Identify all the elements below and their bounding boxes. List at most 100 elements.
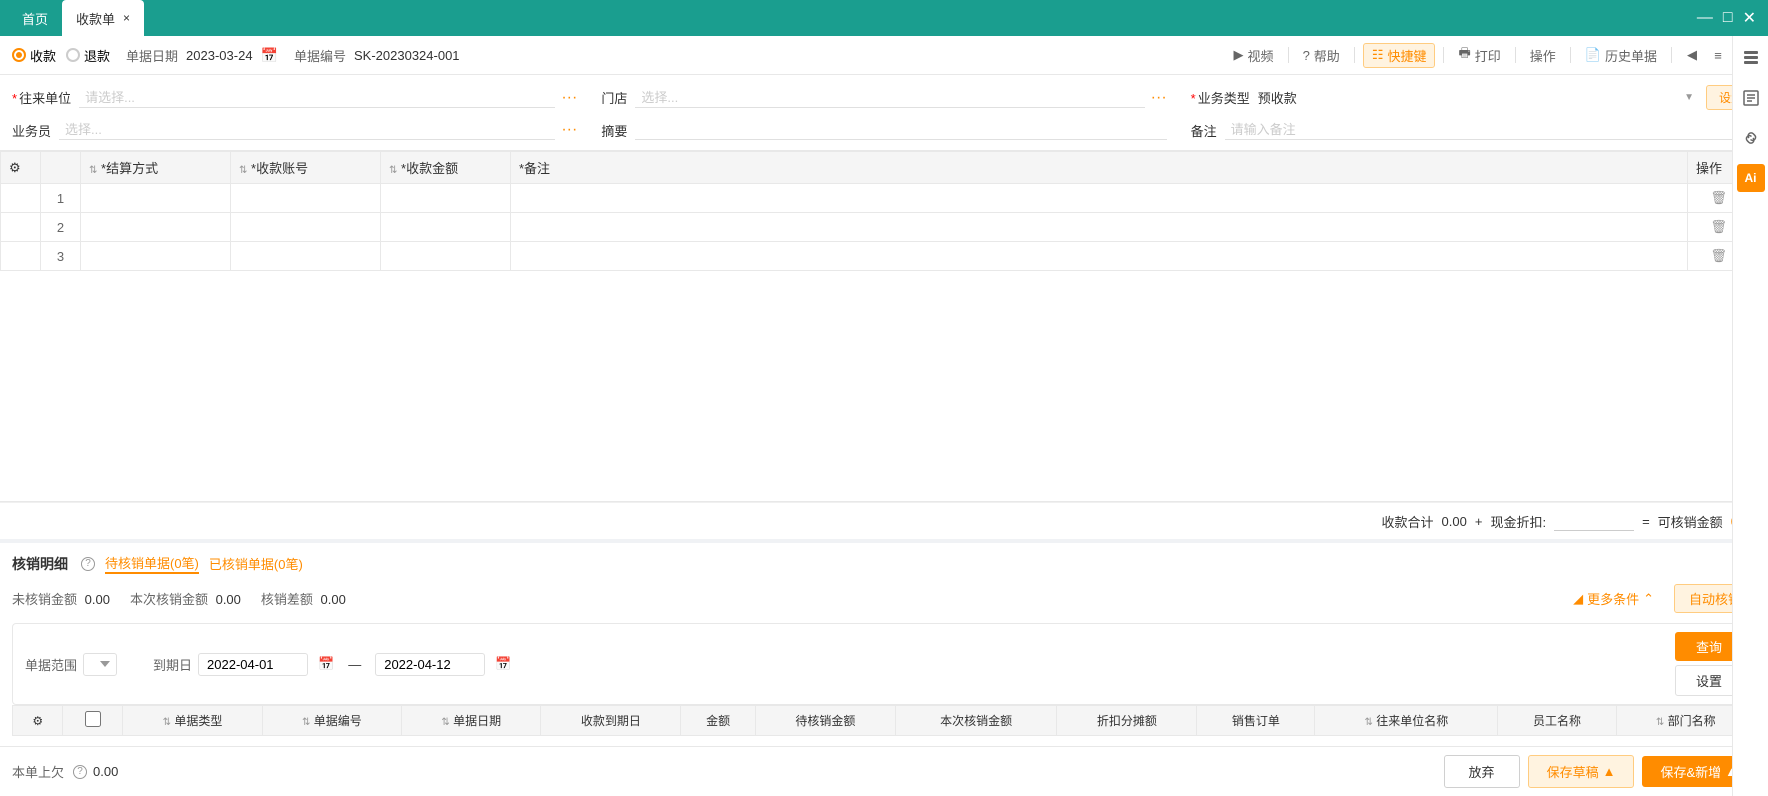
tab-current[interactable]: 收款单 ×	[62, 0, 144, 36]
doc-date-value: 2023-03-24	[186, 48, 253, 63]
tab-home-label: 首页	[22, 9, 48, 28]
remark-input[interactable]	[1225, 120, 1756, 140]
minimize-icon[interactable]: —	[1697, 9, 1713, 27]
tab-home[interactable]: 首页	[8, 0, 62, 36]
vth-partner[interactable]: ⇅ 往来单位名称	[1315, 706, 1498, 736]
sidebar-ai-icon[interactable]: Ai	[1737, 164, 1765, 192]
row-3-account[interactable]	[231, 242, 381, 271]
history-btn[interactable]: 📄 历史单据	[1579, 44, 1663, 67]
ai-label: Ai	[1745, 171, 1757, 185]
doc-no-value: SK-20230324-001	[354, 48, 460, 63]
sort-icon3: ⇅	[389, 165, 397, 176]
settlement-th[interactable]: ⇅ *结算方式	[81, 152, 231, 184]
calendar-from-icon[interactable]: 📅	[318, 656, 334, 672]
date-separator: —	[348, 657, 361, 672]
maximize-icon[interactable]: □	[1723, 9, 1733, 27]
current-label: 本次核销金额 0.00	[130, 589, 241, 608]
calendar-to-icon[interactable]: 📅	[495, 656, 511, 672]
prev-icon[interactable]: ◀	[1680, 43, 1704, 67]
vth-amount: 金额	[681, 706, 756, 736]
tab-pending[interactable]: 待核销单据(0笔)	[105, 553, 199, 574]
tab-close-icon[interactable]: ×	[123, 11, 130, 25]
biz-type-arrow[interactable]: ▼	[1684, 92, 1694, 103]
select-all-checkbox[interactable]	[85, 711, 101, 727]
draft-arrow-icon[interactable]: ▲	[1603, 764, 1616, 779]
list-view-icon[interactable]: ≡	[1706, 43, 1730, 67]
vth-current: 本次核销金额	[895, 706, 1057, 736]
bottom-info-label: 本单上欠	[12, 762, 64, 781]
row-gear	[1, 184, 41, 213]
ops-btn[interactable]: 操作	[1524, 44, 1562, 67]
vth-doc-date[interactable]: ⇅ 单据日期	[402, 706, 541, 736]
bottom-bar: 本单上欠 ? 0.00 放弃 保存草稿 ▲ 保存&新增 ▲	[0, 746, 1768, 796]
radio-receipt[interactable]: 收款	[12, 46, 56, 65]
right-sidebar: Ai	[1732, 36, 1768, 796]
partner-input[interactable]	[79, 88, 555, 108]
date-from-input[interactable]	[198, 653, 308, 676]
row-2-amount[interactable]	[381, 213, 511, 242]
radio-refund[interactable]: 退款	[66, 46, 110, 65]
row-1-remark[interactable]	[511, 184, 1688, 213]
partner-more-icon[interactable]: ···	[561, 89, 577, 107]
vth-gear[interactable]: ⚙	[13, 706, 63, 736]
row-3-remark[interactable]	[511, 242, 1688, 271]
help-btn[interactable]: ? 帮助	[1297, 44, 1346, 67]
print-btn[interactable]: 🖶 打印	[1452, 42, 1506, 68]
verify-table: ⚙ ⇅ 单据类型 ⇅ 单据编号 ⇅ 单据日期 收款到期日 金额 待核销金额 本次…	[12, 705, 1756, 736]
vth-doc-type[interactable]: ⇅ 单据类型	[123, 706, 262, 736]
store-more-icon[interactable]: ···	[1151, 89, 1167, 107]
remark-th[interactable]: *备注	[511, 152, 1688, 184]
sidebar-form-icon[interactable]	[1737, 84, 1765, 112]
total-label: 收款合计	[1382, 512, 1434, 531]
row-3-settlement[interactable]	[81, 242, 231, 271]
verify-title: 核销明细	[12, 554, 68, 574]
row-1-amount[interactable]	[381, 184, 511, 213]
vth-checkbox[interactable]	[63, 706, 123, 736]
toolbar-actions: ▶ 视频 ? 帮助 ☷ 快捷键 🖶 打印 操作	[1228, 42, 1756, 68]
row-3-delete-icon[interactable]: 🗑	[1710, 248, 1727, 264]
staff-label: 业务员	[12, 121, 51, 140]
amount-th[interactable]: ⇅ *收款金额	[381, 152, 511, 184]
row-1-delete-icon[interactable]: 🗑	[1710, 190, 1727, 206]
draft-btn[interactable]: 保存草稿 ▲	[1528, 755, 1635, 788]
divider-2	[1354, 47, 1355, 63]
discount-input[interactable]	[1554, 511, 1634, 531]
sort-icon: ⇅	[89, 165, 97, 176]
row-2-remark[interactable]	[511, 213, 1688, 242]
row-3-no: 3	[41, 242, 81, 271]
video-btn[interactable]: ▶ 视频	[1228, 44, 1280, 67]
help-icon: ?	[1303, 48, 1310, 63]
summary-input[interactable]	[635, 120, 1166, 140]
store-field: 门店 ···	[601, 88, 1166, 108]
abandon-btn[interactable]: 放弃	[1444, 755, 1520, 788]
help-label: 帮助	[1314, 46, 1340, 65]
sidebar-link-icon[interactable]	[1737, 124, 1765, 152]
tab-done[interactable]: 已核销单据(0笔)	[209, 554, 303, 573]
row-1-account[interactable]	[231, 184, 381, 213]
more-filter-btn[interactable]: ◢ 更多条件 ⌃	[1573, 589, 1654, 608]
history-icon: 📄	[1585, 47, 1601, 63]
row-2-delete-icon[interactable]: 🗑	[1710, 219, 1727, 235]
shortcut-btn[interactable]: ☷ 快捷键	[1363, 43, 1436, 68]
verify-info-icon[interactable]: ?	[81, 557, 95, 571]
row-1-settlement[interactable]	[81, 184, 231, 213]
account-th[interactable]: ⇅ *收款账号	[231, 152, 381, 184]
calendar-icon[interactable]: 📅	[261, 47, 278, 64]
chevron-up-icon: ⌃	[1643, 591, 1654, 607]
staff-input[interactable]	[59, 120, 555, 140]
filter-icon: ◢	[1573, 591, 1583, 607]
row-1-no: 1	[41, 184, 81, 213]
row-3-amount[interactable]	[381, 242, 511, 271]
vth-doc-no[interactable]: ⇅ 单据编号	[262, 706, 401, 736]
close-icon[interactable]: ✕	[1743, 8, 1756, 28]
row-2-settlement[interactable]	[81, 213, 231, 242]
range-select[interactable]	[83, 653, 117, 676]
staff-more-icon[interactable]: ···	[561, 121, 577, 139]
bottom-info-icon[interactable]: ?	[73, 765, 87, 779]
bottom-info: 本单上欠 ? 0.00	[12, 762, 118, 781]
sidebar-table-icon[interactable]	[1737, 44, 1765, 72]
row-2-account[interactable]	[231, 213, 381, 242]
date-to-input[interactable]	[375, 653, 485, 676]
store-input[interactable]	[635, 88, 1144, 108]
table-settings-th[interactable]: ⚙	[1, 152, 41, 184]
